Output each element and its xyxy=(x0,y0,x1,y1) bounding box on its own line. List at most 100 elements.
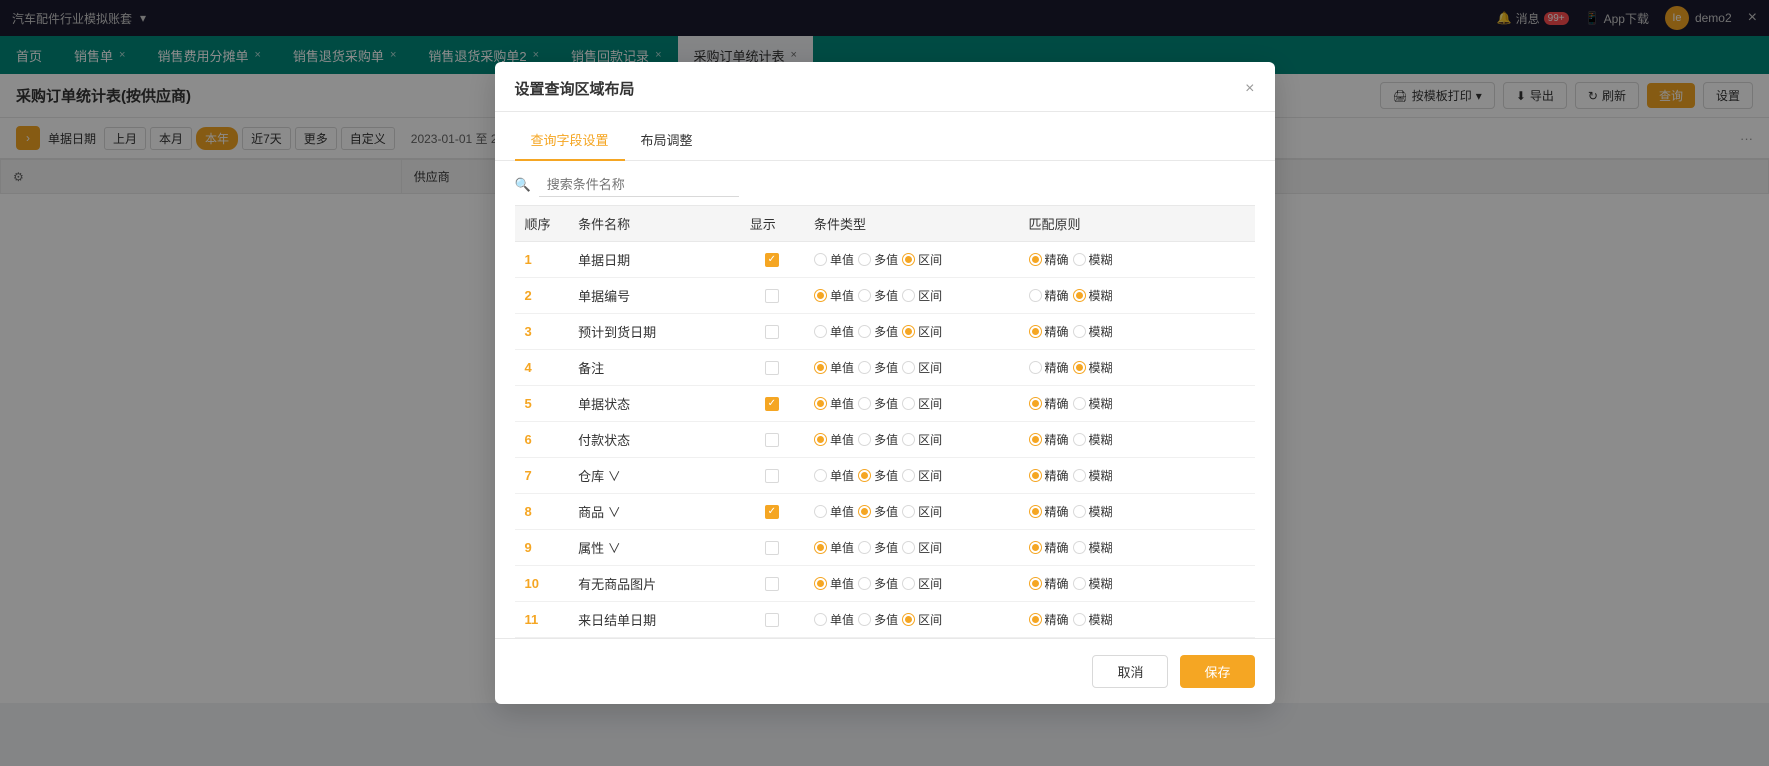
cancel-button[interactable]: 取消 xyxy=(1092,655,1168,688)
radio-btn-match-fuzzy[interactable] xyxy=(1073,433,1086,446)
match-option-exact[interactable]: 精确 xyxy=(1029,503,1069,520)
radio-btn-range[interactable] xyxy=(902,469,915,482)
radio-btn-match-fuzzy[interactable] xyxy=(1073,325,1086,338)
radio-btn-multi[interactable] xyxy=(858,289,871,302)
radio-btn-range[interactable] xyxy=(902,433,915,446)
radio-btn-single[interactable] xyxy=(814,505,827,518)
match-option-fuzzy[interactable]: 模糊 xyxy=(1073,359,1113,376)
match-option-exact[interactable]: 精确 xyxy=(1029,467,1069,484)
type-option-single[interactable]: 单值 xyxy=(814,323,854,340)
radio-btn-match-exact[interactable] xyxy=(1029,505,1042,518)
type-option-multi[interactable]: 多值 xyxy=(858,395,898,412)
radio-btn-multi[interactable] xyxy=(858,397,871,410)
match-option-exact[interactable]: 精确 xyxy=(1029,539,1069,556)
type-option-single[interactable]: 单值 xyxy=(814,287,854,304)
type-option-range[interactable]: 区间 xyxy=(902,611,942,628)
type-option-range[interactable]: 区间 xyxy=(902,539,942,556)
radio-btn-match-fuzzy[interactable] xyxy=(1073,397,1086,410)
type-option-range[interactable]: 区间 xyxy=(902,359,942,376)
show-checkbox[interactable] xyxy=(765,469,779,483)
type-option-single[interactable]: 单值 xyxy=(814,431,854,448)
radio-btn-match-exact[interactable] xyxy=(1029,469,1042,482)
type-option-range[interactable]: 区间 xyxy=(902,251,942,268)
match-option-fuzzy[interactable]: 模糊 xyxy=(1073,323,1113,340)
type-option-range[interactable]: 区间 xyxy=(902,431,942,448)
radio-btn-multi[interactable] xyxy=(858,433,871,446)
match-option-fuzzy[interactable]: 模糊 xyxy=(1073,395,1113,412)
type-option-single[interactable]: 单值 xyxy=(814,611,854,628)
type-option-range[interactable]: 区间 xyxy=(902,395,942,412)
radio-btn-multi[interactable] xyxy=(858,253,871,266)
type-option-multi[interactable]: 多值 xyxy=(858,575,898,592)
match-option-fuzzy[interactable]: 模糊 xyxy=(1073,575,1113,592)
type-option-single[interactable]: 单值 xyxy=(814,575,854,592)
match-option-fuzzy[interactable]: 模糊 xyxy=(1073,467,1113,484)
show-checkbox[interactable] xyxy=(765,613,779,627)
radio-btn-match-exact[interactable] xyxy=(1029,253,1042,266)
radio-btn-range[interactable] xyxy=(902,577,915,590)
type-option-multi[interactable]: 多值 xyxy=(858,611,898,628)
match-option-fuzzy[interactable]: 模糊 xyxy=(1073,287,1113,304)
radio-btn-match-exact[interactable] xyxy=(1029,361,1042,374)
save-button[interactable]: 保存 xyxy=(1180,655,1254,688)
match-option-exact[interactable]: 精确 xyxy=(1029,395,1069,412)
radio-btn-range[interactable] xyxy=(902,289,915,302)
radio-btn-multi[interactable] xyxy=(858,577,871,590)
type-option-multi[interactable]: 多值 xyxy=(858,287,898,304)
type-option-multi[interactable]: 多值 xyxy=(858,323,898,340)
type-option-multi[interactable]: 多值 xyxy=(858,467,898,484)
radio-btn-single[interactable] xyxy=(814,325,827,338)
radio-btn-single[interactable] xyxy=(814,541,827,554)
type-option-single[interactable]: 单值 xyxy=(814,395,854,412)
radio-btn-match-fuzzy[interactable] xyxy=(1073,253,1086,266)
radio-btn-single[interactable] xyxy=(814,469,827,482)
type-option-single[interactable]: 单值 xyxy=(814,359,854,376)
radio-btn-range[interactable] xyxy=(902,325,915,338)
radio-btn-range[interactable] xyxy=(902,397,915,410)
type-option-multi[interactable]: 多值 xyxy=(858,539,898,556)
show-checkbox[interactable] xyxy=(765,361,779,375)
radio-btn-single[interactable] xyxy=(814,289,827,302)
radio-btn-range[interactable] xyxy=(902,253,915,266)
type-option-single[interactable]: 单值 xyxy=(814,503,854,520)
show-checkbox[interactable] xyxy=(765,577,779,591)
radio-btn-match-exact[interactable] xyxy=(1029,397,1042,410)
match-option-exact[interactable]: 精确 xyxy=(1029,431,1069,448)
match-option-exact[interactable]: 精确 xyxy=(1029,575,1069,592)
type-option-range[interactable]: 区间 xyxy=(902,503,942,520)
show-checkbox[interactable] xyxy=(765,541,779,555)
radio-btn-match-exact[interactable] xyxy=(1029,289,1042,302)
radio-btn-multi[interactable] xyxy=(858,469,871,482)
radio-btn-multi[interactable] xyxy=(858,505,871,518)
match-option-fuzzy[interactable]: 模糊 xyxy=(1073,539,1113,556)
type-option-single[interactable]: 单值 xyxy=(814,467,854,484)
type-option-multi[interactable]: 多值 xyxy=(858,251,898,268)
type-option-multi[interactable]: 多值 xyxy=(858,431,898,448)
match-option-exact[interactable]: 精确 xyxy=(1029,251,1069,268)
radio-btn-single[interactable] xyxy=(814,613,827,626)
match-option-exact[interactable]: 精确 xyxy=(1029,359,1069,376)
show-checkbox[interactable] xyxy=(765,253,779,267)
radio-btn-multi[interactable] xyxy=(858,361,871,374)
radio-btn-multi[interactable] xyxy=(858,541,871,554)
radio-btn-single[interactable] xyxy=(814,433,827,446)
radio-btn-match-fuzzy[interactable] xyxy=(1073,469,1086,482)
radio-btn-match-fuzzy[interactable] xyxy=(1073,361,1086,374)
type-option-range[interactable]: 区间 xyxy=(902,575,942,592)
match-option-exact[interactable]: 精确 xyxy=(1029,287,1069,304)
radio-btn-match-fuzzy[interactable] xyxy=(1073,613,1086,626)
tab-layout-adjust[interactable]: 布局调整 xyxy=(625,124,709,161)
modal-close-button[interactable]: × xyxy=(1245,80,1254,98)
match-option-exact[interactable]: 精确 xyxy=(1029,611,1069,628)
radio-btn-match-exact[interactable] xyxy=(1029,613,1042,626)
show-checkbox[interactable] xyxy=(765,505,779,519)
show-checkbox[interactable] xyxy=(765,433,779,447)
type-option-range[interactable]: 区间 xyxy=(902,323,942,340)
type-option-multi[interactable]: 多值 xyxy=(858,359,898,376)
radio-btn-match-exact[interactable] xyxy=(1029,433,1042,446)
radio-btn-match-exact[interactable] xyxy=(1029,325,1042,338)
radio-btn-match-fuzzy[interactable] xyxy=(1073,289,1086,302)
radio-btn-single[interactable] xyxy=(814,397,827,410)
tab-query-fields[interactable]: 查询字段设置 xyxy=(515,124,625,161)
radio-btn-range[interactable] xyxy=(902,361,915,374)
